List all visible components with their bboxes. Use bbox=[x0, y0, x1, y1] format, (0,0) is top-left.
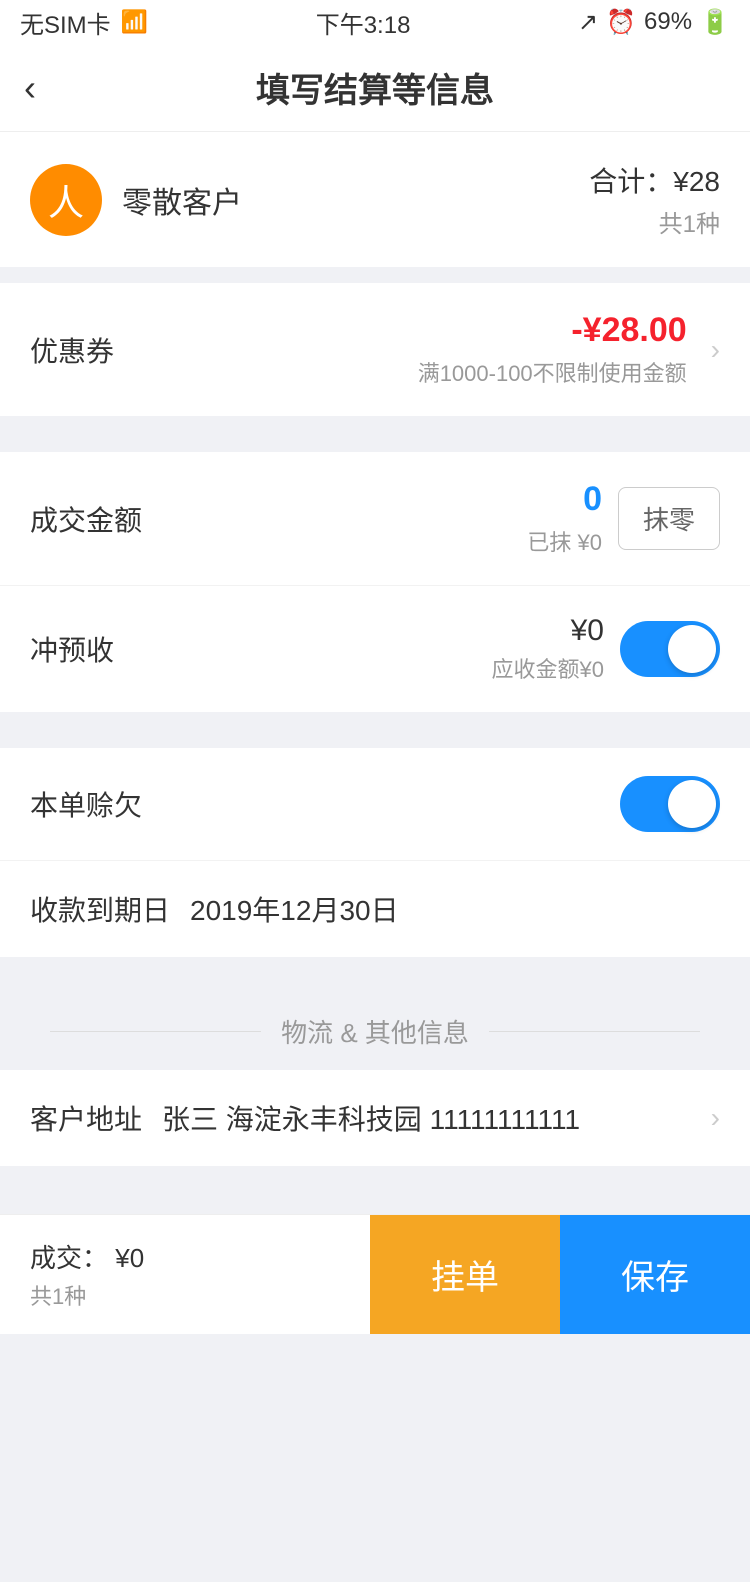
round-button[interactable]: 抹零 bbox=[618, 487, 720, 550]
customer-count: 共1种 bbox=[589, 204, 720, 239]
debit-toggle[interactable] bbox=[620, 776, 720, 832]
customer-left: 人 零散客户 bbox=[30, 164, 242, 236]
debit-label: 本单赊欠 bbox=[30, 784, 142, 824]
due-date-label: 收款到期日 bbox=[30, 889, 170, 929]
back-button[interactable]: ‹ bbox=[24, 67, 36, 109]
divider-3 bbox=[0, 973, 750, 993]
logistics-divider: 物流 & 其他信息 bbox=[0, 993, 750, 1070]
bottom-buttons: 挂单 保存 bbox=[370, 1215, 750, 1334]
bottom-count: 共1种 bbox=[30, 1279, 340, 1311]
save-button[interactable]: 保存 bbox=[560, 1215, 750, 1334]
nav-bar: ‹ 填写结算等信息 bbox=[0, 44, 750, 132]
advance-toggle[interactable] bbox=[620, 621, 720, 677]
debit-toggle-circle bbox=[668, 780, 716, 828]
deal-right-col: 0 已抹 ¥0 bbox=[527, 480, 602, 557]
network-label: 无SIM卡 bbox=[20, 5, 111, 40]
battery-icon: 🔋 bbox=[700, 8, 730, 37]
debit-section: 本单赊欠 收款到期日 2019年12月30日 bbox=[0, 748, 750, 957]
wifi-icon: 📶 bbox=[121, 9, 148, 35]
due-date-row: 收款到期日 2019年12月30日 bbox=[0, 861, 750, 957]
bottom-bar: 成交： ¥0 共1种 挂单 保存 bbox=[0, 1214, 750, 1334]
address-row[interactable]: 客户地址 张三 海淀永丰科技园 11111111111 › bbox=[0, 1070, 750, 1166]
divider-2 bbox=[0, 728, 750, 748]
advance-right: ¥0 应收金额¥0 bbox=[492, 614, 720, 684]
deal-amount-row: 成交金额 0 已抹 ¥0 抹零 bbox=[0, 452, 750, 586]
divider-1 bbox=[0, 432, 750, 452]
page-title: 填写结算等信息 bbox=[256, 63, 494, 112]
hang-label: 挂单 bbox=[431, 1250, 499, 1299]
alarm-icon: ⏰ bbox=[606, 8, 636, 37]
status-left: 无SIM卡 📶 bbox=[20, 5, 148, 40]
battery-label: 69% bbox=[644, 8, 692, 36]
bottom-deal-label: 成交： bbox=[30, 1243, 108, 1273]
address-chevron-icon: › bbox=[711, 1102, 720, 1134]
address-label: 客户地址 bbox=[30, 1098, 142, 1138]
advance-row: 冲预收 ¥0 应收金额¥0 bbox=[0, 586, 750, 712]
deal-amount-right: 0 已抹 ¥0 抹零 bbox=[527, 480, 720, 557]
due-date-value: 2019年12月30日 bbox=[190, 889, 399, 929]
customer-name: 零散客户 bbox=[122, 178, 242, 222]
status-time: 下午3:18 bbox=[316, 5, 411, 40]
coupon-amount: -¥28.00 bbox=[418, 311, 687, 350]
address-value: 张三 海淀永丰科技园 11111111111 bbox=[162, 1098, 703, 1138]
logistics-label: 物流 & 其他信息 bbox=[281, 1013, 469, 1050]
coupon-label: 优惠券 bbox=[30, 330, 114, 370]
customer-row: 人 零散客户 合计：¥28 共1种 bbox=[0, 132, 750, 267]
deal-value: 0 bbox=[527, 480, 602, 519]
coupon-right: -¥28.00 满1000-100不限制使用金额 › bbox=[418, 311, 720, 388]
coupon-section: 优惠券 -¥28.00 满1000-100不限制使用金额 › bbox=[0, 283, 750, 416]
deal-amount-label: 成交金额 bbox=[30, 499, 142, 539]
bottom-deal-value: ¥0 bbox=[115, 1243, 144, 1273]
status-bar: 无SIM卡 📶 下午3:18 ↗ ⏰ 69% 🔋 bbox=[0, 0, 750, 44]
advance-amounts: ¥0 应收金额¥0 bbox=[492, 614, 604, 684]
coupon-desc: 满1000-100不限制使用金额 bbox=[418, 356, 687, 388]
deal-section: 成交金额 0 已抹 ¥0 抹零 冲预收 ¥0 应收金额¥0 bbox=[0, 452, 750, 712]
address-section: 客户地址 张三 海淀永丰科技园 11111111111 › bbox=[0, 1070, 750, 1166]
customer-right: 合计：¥28 共1种 bbox=[589, 160, 720, 239]
deal-sub: 已抹 ¥0 bbox=[527, 525, 602, 557]
chevron-right-icon: › bbox=[711, 334, 720, 366]
avatar-icon: 人 bbox=[48, 174, 84, 226]
coupon-row[interactable]: 优惠券 -¥28.00 满1000-100不限制使用金额 › bbox=[0, 283, 750, 416]
advance-amount: ¥0 bbox=[492, 614, 604, 648]
toggle-circle bbox=[668, 625, 716, 673]
advance-sub: 应收金额¥0 bbox=[492, 652, 604, 684]
bottom-deal: 成交： ¥0 bbox=[30, 1238, 340, 1275]
advance-label: 冲预收 bbox=[30, 629, 114, 669]
content-area: 人 零散客户 合计：¥28 共1种 优惠券 -¥28.00 满1000-100不… bbox=[0, 132, 750, 1582]
coupon-info: -¥28.00 满1000-100不限制使用金额 bbox=[418, 311, 687, 388]
location-icon: ↗ bbox=[578, 8, 598, 37]
status-right: ↗ ⏰ 69% 🔋 bbox=[578, 8, 730, 37]
hang-button[interactable]: 挂单 bbox=[370, 1215, 560, 1334]
save-label: 保存 bbox=[621, 1250, 689, 1299]
customer-total: 合计：¥28 bbox=[589, 160, 720, 200]
bottom-info: 成交： ¥0 共1种 bbox=[0, 1238, 370, 1311]
debit-row: 本单赊欠 bbox=[0, 748, 750, 861]
avatar: 人 bbox=[30, 164, 102, 236]
